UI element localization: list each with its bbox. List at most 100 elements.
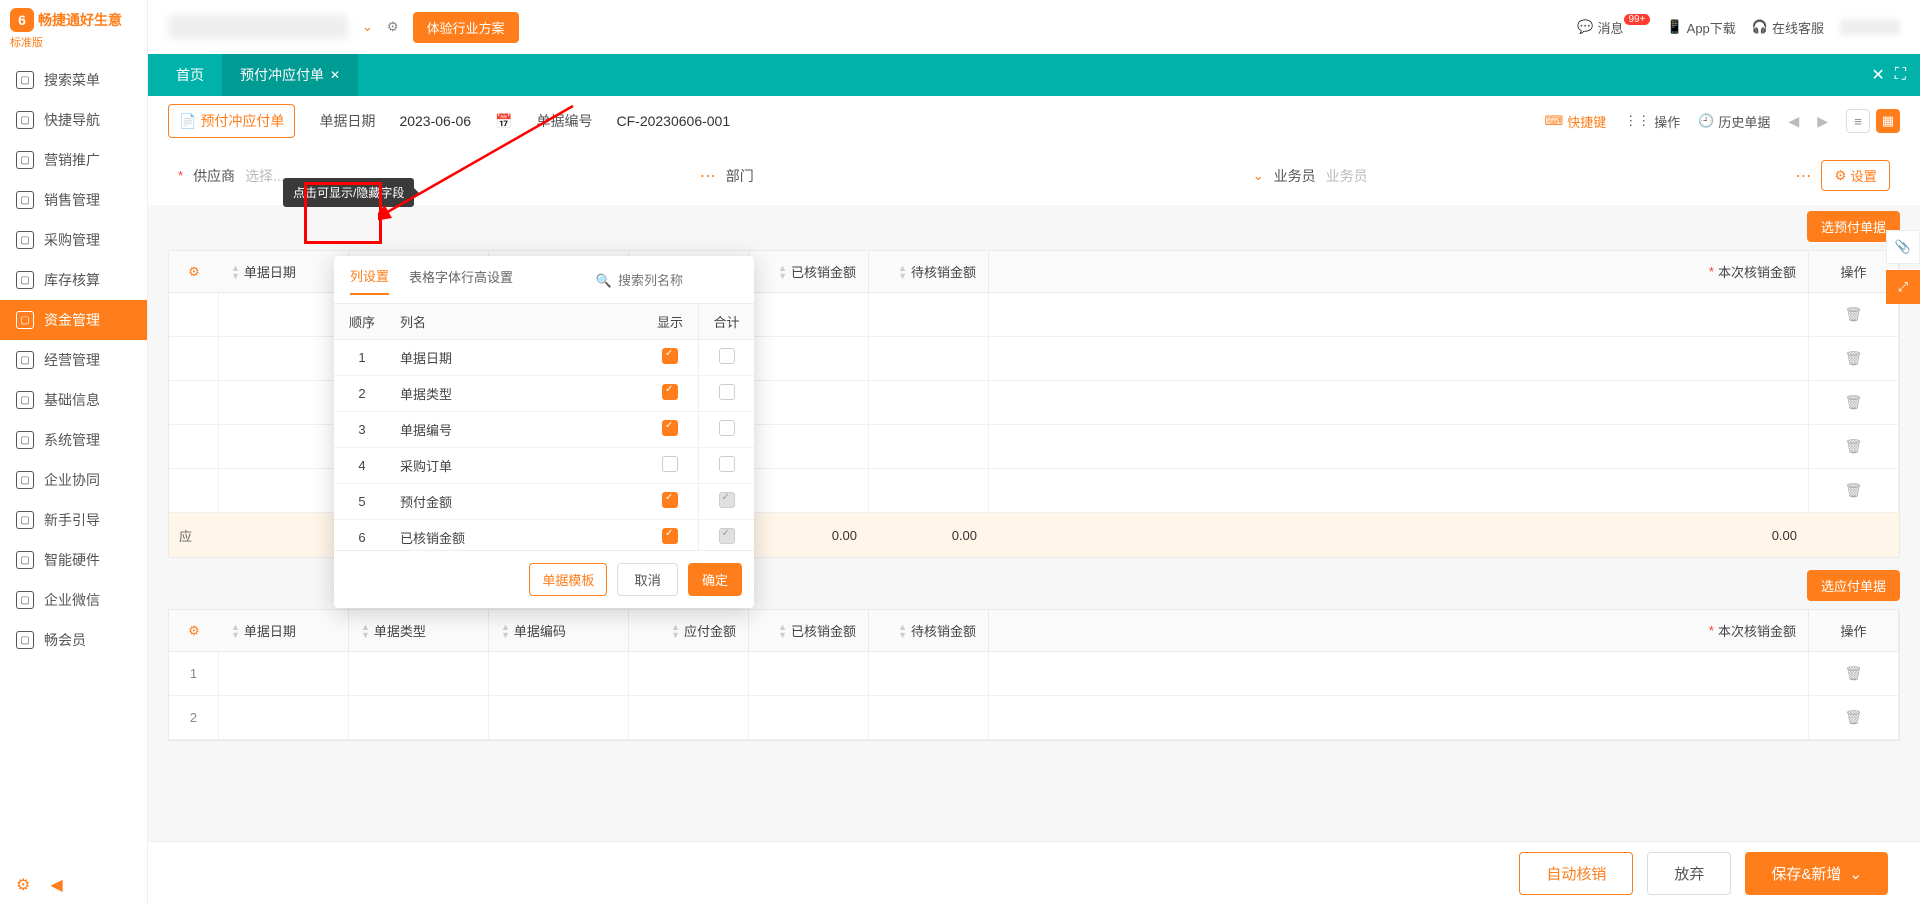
form-settings-button[interactable]: ⚙ 设置 — [1821, 160, 1890, 191]
view-grid-icon[interactable]: ▦ — [1876, 109, 1900, 133]
grid-payable: ⚙ ▲▼单据日期 ▲▼单据类型 ▲▼单据编码 ▲▼应付金额 ▲▼已核销金额 ▲▼… — [168, 609, 1900, 741]
sum-checkbox[interactable] — [719, 456, 735, 472]
table-row[interactable]: 1🗑 — [169, 652, 1899, 696]
popup-cancel-button[interactable]: 取消 — [617, 563, 678, 596]
sidebar-item-6[interactable]: ▢资金管理 — [0, 300, 147, 340]
sidebar-item-5[interactable]: ▢库存核算 — [0, 260, 147, 300]
delete-row-icon[interactable]: 🗑 — [1845, 394, 1863, 411]
history-button[interactable]: 🕘 历史单据 — [1698, 112, 1770, 131]
sidebar-collapse-icon[interactable]: ◀ — [50, 875, 62, 895]
popup-tab-columns[interactable]: 列设置 — [350, 266, 389, 295]
doc-no-value: CF-20230606-001 — [617, 113, 731, 129]
sum-checkbox[interactable] — [719, 348, 735, 364]
tab-close-all-icon[interactable]: ✕ — [1871, 65, 1884, 85]
tab-close-icon[interactable]: ✕ — [330, 68, 340, 82]
popup-ok-button[interactable]: 确定 — [688, 563, 742, 596]
experience-button[interactable]: 体验行业方案 — [413, 12, 519, 43]
show-checkbox[interactable] — [662, 528, 678, 544]
sidebar-item-14[interactable]: ▢畅会员 — [0, 620, 147, 660]
delete-row-icon[interactable]: 🗑 — [1845, 665, 1863, 682]
show-checkbox[interactable] — [662, 384, 678, 400]
expand-icon[interactable]: ⤢ — [1886, 270, 1920, 304]
dept-label: 部门 — [726, 166, 754, 186]
operate-button[interactable]: ⋮⋮ 操作 — [1624, 112, 1680, 131]
tab-fullscreen-icon[interactable]: ⛶ — [1895, 66, 1906, 84]
select-payable-button[interactable]: 选应付单据 — [1807, 570, 1900, 601]
sum-checkbox[interactable] — [719, 420, 735, 436]
table-row[interactable]: 2🗑 — [169, 696, 1899, 740]
sidebar-item-7[interactable]: ▢经营管理 — [0, 340, 147, 380]
popup-template-button[interactable]: 单据模板 — [529, 563, 607, 596]
delete-row-icon[interactable]: 🗑 — [1845, 350, 1863, 367]
calendar-icon[interactable]: 📅 — [495, 113, 512, 130]
nav-icon: ▢ — [16, 431, 34, 449]
show-checkbox[interactable] — [662, 348, 678, 364]
sidebar-settings-icon[interactable]: ⚙ — [16, 875, 30, 895]
shortcut-button[interactable]: ⌨ 快捷键 — [1544, 112, 1606, 131]
supplier-more-icon[interactable]: ⋯ — [700, 166, 716, 186]
footer-bar: 自动核销 放弃 保存&新增⌄ — [148, 841, 1920, 905]
sidebar-item-2[interactable]: ▢营销推广 — [0, 140, 147, 180]
sidebar-item-0[interactable]: ▢搜索菜单 — [0, 60, 147, 100]
nav-icon: ▢ — [16, 551, 34, 569]
side-float-buttons: 📎 ⤢ — [1886, 230, 1920, 304]
attachment-icon[interactable]: 📎 — [1886, 230, 1920, 264]
dept-input[interactable] — [764, 168, 1243, 184]
app-download-button[interactable]: 📱 App下载 — [1666, 18, 1735, 37]
sum-checkbox[interactable] — [719, 384, 735, 400]
col-written[interactable]: 已核销金额 — [791, 262, 856, 281]
doc-no-label: 单据编号 — [537, 111, 593, 131]
messages-button[interactable]: 💬 消息99+ — [1577, 18, 1650, 37]
popup-column-row: 2单据类型 — [334, 376, 754, 412]
nav-icon: ▢ — [16, 151, 34, 169]
delete-row-icon[interactable]: 🗑 — [1845, 482, 1863, 499]
save-new-button[interactable]: 保存&新增⌄ — [1745, 852, 1888, 895]
tenant-chevron-icon[interactable]: ⌄ — [362, 19, 373, 35]
popup-tab-rowheight[interactable]: 表格字体行高设置 — [409, 267, 513, 294]
topbar: ⌄ ⚙ 体验行业方案 💬 消息99+ 📱 App下载 🎧 在线客服 — [148, 0, 1920, 54]
popup-column-row: 5预付金额 — [334, 484, 754, 520]
sidebar-item-1[interactable]: ▢快捷导航 — [0, 100, 147, 140]
col-this[interactable]: 本次核销金额 — [1718, 262, 1796, 281]
sum-checkbox[interactable] — [719, 528, 735, 544]
view-list-icon[interactable]: ≡ — [1846, 109, 1870, 133]
sidebar-item-8[interactable]: ▢基础信息 — [0, 380, 147, 420]
next-doc-icon[interactable]: ▶ — [1817, 113, 1828, 130]
prev-doc-icon[interactable]: ◀ — [1788, 113, 1799, 130]
grid2-column-settings-icon[interactable]: ⚙ — [169, 623, 219, 639]
salesman-more-icon[interactable]: ⋯ — [1795, 166, 1811, 186]
tab-document[interactable]: 预付冲应付单✕ — [222, 54, 358, 96]
auto-writeoff-button[interactable]: 自动核销 — [1519, 852, 1633, 895]
sidebar-item-11[interactable]: ▢新手引导 — [0, 500, 147, 540]
col-pending[interactable]: 待核销金额 — [911, 262, 976, 281]
show-checkbox[interactable] — [662, 492, 678, 508]
delete-row-icon[interactable]: 🗑 — [1845, 709, 1863, 726]
doc-date-label: 单据日期 — [319, 111, 375, 131]
sidebar-item-10[interactable]: ▢企业协同 — [0, 460, 147, 500]
nav-icon: ▢ — [16, 351, 34, 369]
doc-date-value[interactable]: 2023-06-06 — [399, 113, 471, 129]
sidebar-item-13[interactable]: ▢企业微信 — [0, 580, 147, 620]
delete-row-icon[interactable]: 🗑 — [1845, 438, 1863, 455]
tooltip-toggle-columns: 点击可显示/隐藏字段 — [283, 178, 414, 207]
sidebar-item-3[interactable]: ▢销售管理 — [0, 180, 147, 220]
discard-button[interactable]: 放弃 — [1647, 852, 1731, 895]
popup-column-row: 3单据编号 — [334, 412, 754, 448]
support-button[interactable]: 🎧 在线客服 — [1752, 18, 1824, 37]
grid1-column-settings-icon[interactable]: ⚙ — [169, 264, 219, 280]
delete-row-icon[interactable]: 🗑 — [1845, 306, 1863, 323]
show-checkbox[interactable] — [662, 420, 678, 436]
sidebar-item-12[interactable]: ▢智能硬件 — [0, 540, 147, 580]
popup-search-input[interactable] — [618, 273, 738, 288]
total-this: 0.00 — [989, 513, 1809, 557]
sidebar-item-9[interactable]: ▢系统管理 — [0, 420, 147, 460]
topbar-gear-icon[interactable]: ⚙ — [387, 19, 399, 35]
sum-checkbox[interactable] — [719, 492, 735, 508]
col-date[interactable]: 单据日期 — [244, 262, 296, 281]
sidebar-item-4[interactable]: ▢采购管理 — [0, 220, 147, 260]
show-checkbox[interactable] — [662, 456, 678, 472]
dept-chevron-icon[interactable]: ⌄ — [1253, 168, 1264, 184]
doc-type-tab[interactable]: 📄 预付冲应付单 — [168, 104, 295, 138]
tab-home[interactable]: 首页 — [158, 54, 222, 96]
salesman-input[interactable]: 业务员 — [1326, 166, 1786, 186]
